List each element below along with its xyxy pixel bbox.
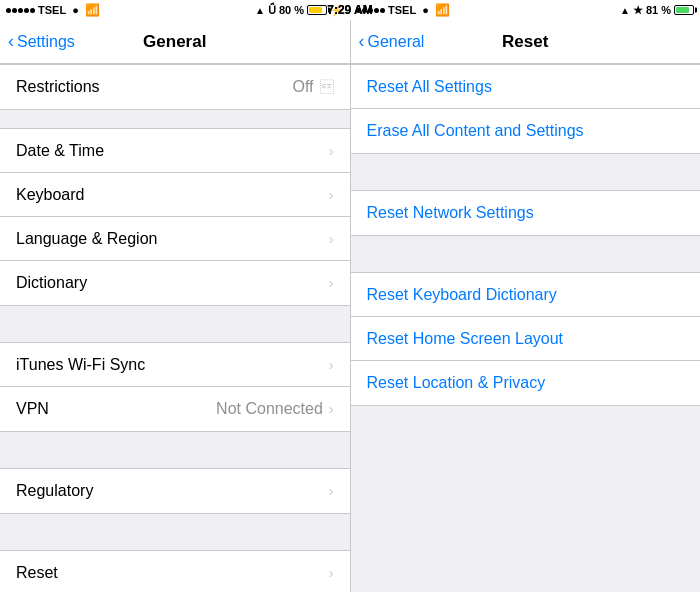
right-wifi-icon: 📶 xyxy=(435,3,450,17)
keyboard-label: Keyboard xyxy=(16,186,329,204)
wifi-icon: 📶 xyxy=(85,3,100,17)
content-area: Restrictions Off  Date & Time › Keyboar… xyxy=(0,64,700,592)
left-signal: TSEL ● 📶 xyxy=(6,3,100,17)
right-location-icon: ▲ xyxy=(620,5,630,16)
list-item[interactable]: Reset Home Screen Layout xyxy=(351,317,701,361)
reset-location-privacy-label: Reset Location & Privacy xyxy=(367,374,685,392)
right-battery-icon xyxy=(674,5,694,15)
keyboard-chevron-icon: › xyxy=(329,187,334,203)
dot3 xyxy=(18,8,23,13)
right-spacer-2 xyxy=(351,254,701,272)
signal-dots xyxy=(6,8,35,13)
date-time-label: Date & Time xyxy=(16,142,329,160)
reset-top-section: Reset All Settings Erase All Content and… xyxy=(351,64,701,154)
right-battery-fill xyxy=(676,7,689,13)
itunes-vpn-section: iTunes Wi-Fi Sync › VPN Not Connected › xyxy=(0,342,350,432)
reset-home-screen-label: Reset Home Screen Layout xyxy=(367,330,685,348)
right-status-bar: TSEL ● 📶 7:29 AM ▲ ★ 81% xyxy=(350,0,700,20)
right-carrier-label: TSEL xyxy=(388,4,416,16)
vpn-chevron-icon: › xyxy=(329,401,334,417)
battery-icon xyxy=(307,5,327,15)
left-back-label: Settings xyxy=(17,33,75,51)
middle-section: Date & Time › Keyboard › Language & Regi… xyxy=(0,128,350,306)
rdot4 xyxy=(374,8,379,13)
reset-chevron-icon: › xyxy=(329,565,334,581)
left-nav-title: General xyxy=(143,32,206,52)
right-back-arrow-icon: ‹ xyxy=(359,31,365,52)
battery-pct-right: 81 xyxy=(646,4,658,16)
right-panel: Reset All Settings Erase All Content and… xyxy=(350,64,701,592)
spacer-1 xyxy=(0,110,350,128)
regulatory-section: Regulatory › xyxy=(0,468,350,514)
battery-fill xyxy=(309,7,322,13)
regulatory-chevron-icon: › xyxy=(329,483,334,499)
spacer-3 xyxy=(0,450,350,468)
dot5 xyxy=(30,8,35,13)
restrictions-chevron-icon:  xyxy=(320,79,334,95)
list-item[interactable]: Reset Network Settings xyxy=(351,191,701,235)
table-row[interactable]: Keyboard › xyxy=(0,173,350,217)
spacer-4 xyxy=(0,532,350,550)
left-panel: Restrictions Off  Date & Time › Keyboar… xyxy=(0,64,350,592)
reset-keyboard-dict-label: Reset Keyboard Dictionary xyxy=(367,286,685,304)
itunes-chevron-icon: › xyxy=(329,357,334,373)
restrictions-section: Restrictions Off  xyxy=(0,64,350,110)
language-region-label: Language & Region xyxy=(16,230,329,248)
list-item[interactable]: Reset All Settings xyxy=(351,65,701,109)
table-row[interactable]: Language & Region › xyxy=(0,217,350,261)
left-nav-bar: ‹ Settings General xyxy=(0,20,350,63)
dot1 xyxy=(6,8,11,13)
left-status-bar: TSEL ● 📶 7:29 AM ▲ Ǘ 80% ⚡ xyxy=(0,0,350,20)
dictionary-chevron-icon: › xyxy=(329,275,334,291)
dot4 xyxy=(24,8,29,13)
left-back-arrow-icon: ‹ xyxy=(8,31,14,52)
itunes-wifi-label: iTunes Wi-Fi Sync xyxy=(16,356,329,374)
table-row[interactable]: VPN Not Connected › xyxy=(0,387,350,431)
list-item[interactable]: Reset Location & Privacy xyxy=(351,361,701,405)
reset-network-section: Reset Network Settings xyxy=(351,190,701,236)
vpn-label: VPN xyxy=(16,400,216,418)
table-row[interactable]: iTunes Wi-Fi Sync › xyxy=(0,343,350,387)
language-region-chevron-icon: › xyxy=(329,231,334,247)
regulatory-label: Regulatory xyxy=(16,482,329,500)
carrier-label: TSEL xyxy=(38,4,66,16)
vpn-value: Not Connected xyxy=(216,400,323,418)
status-bars: TSEL ● 📶 7:29 AM ▲ Ǘ 80% ⚡ TSEL ● xyxy=(0,0,700,20)
right-battery-area: ▲ ★ 81% xyxy=(620,4,694,17)
right-spacer-1 xyxy=(351,172,701,190)
dictionary-label: Dictionary xyxy=(16,274,329,292)
table-row[interactable]: Regulatory › xyxy=(0,469,350,513)
right-nav-title: Reset xyxy=(502,32,548,52)
list-item[interactable]: Erase All Content and Settings xyxy=(351,109,701,153)
table-row[interactable]: Restrictions Off  xyxy=(0,65,350,109)
battery-pct-left: 80 xyxy=(279,4,291,16)
date-time-chevron-icon: › xyxy=(329,143,334,159)
table-row[interactable]: Dictionary › xyxy=(0,261,350,305)
right-nav-bar: ‹ General Reset xyxy=(350,20,701,63)
rdot5 xyxy=(380,8,385,13)
reset-network-label: Reset Network Settings xyxy=(367,204,685,222)
right-back-button[interactable]: ‹ General xyxy=(359,32,425,52)
table-row[interactable]: Date & Time › xyxy=(0,129,350,173)
dot2 xyxy=(12,8,17,13)
left-back-button[interactable]: ‹ Settings xyxy=(8,32,75,52)
right-back-label: General xyxy=(368,33,425,51)
erase-all-content-label: Erase All Content and Settings xyxy=(367,122,685,140)
table-row[interactable]: Reset › xyxy=(0,551,350,592)
spacer-2 xyxy=(0,324,350,342)
restrictions-label: Restrictions xyxy=(16,78,292,96)
restrictions-value: Off xyxy=(292,78,313,96)
nav-bars: ‹ Settings General ‹ General Reset xyxy=(0,20,700,64)
reset-label: Reset xyxy=(16,564,329,582)
right-bluetooth-icon: ★ xyxy=(633,4,643,17)
reset-all-settings-label: Reset All Settings xyxy=(367,78,685,96)
right-time: 7:29 AM xyxy=(327,3,373,17)
location-icon: ▲ xyxy=(255,5,265,16)
bluetooth-icon: Ǘ xyxy=(268,4,276,17)
list-item[interactable]: Reset Keyboard Dictionary xyxy=(351,273,701,317)
reset-section: Reset › xyxy=(0,550,350,592)
reset-keyboard-section: Reset Keyboard Dictionary Reset Home Scr… xyxy=(351,272,701,406)
